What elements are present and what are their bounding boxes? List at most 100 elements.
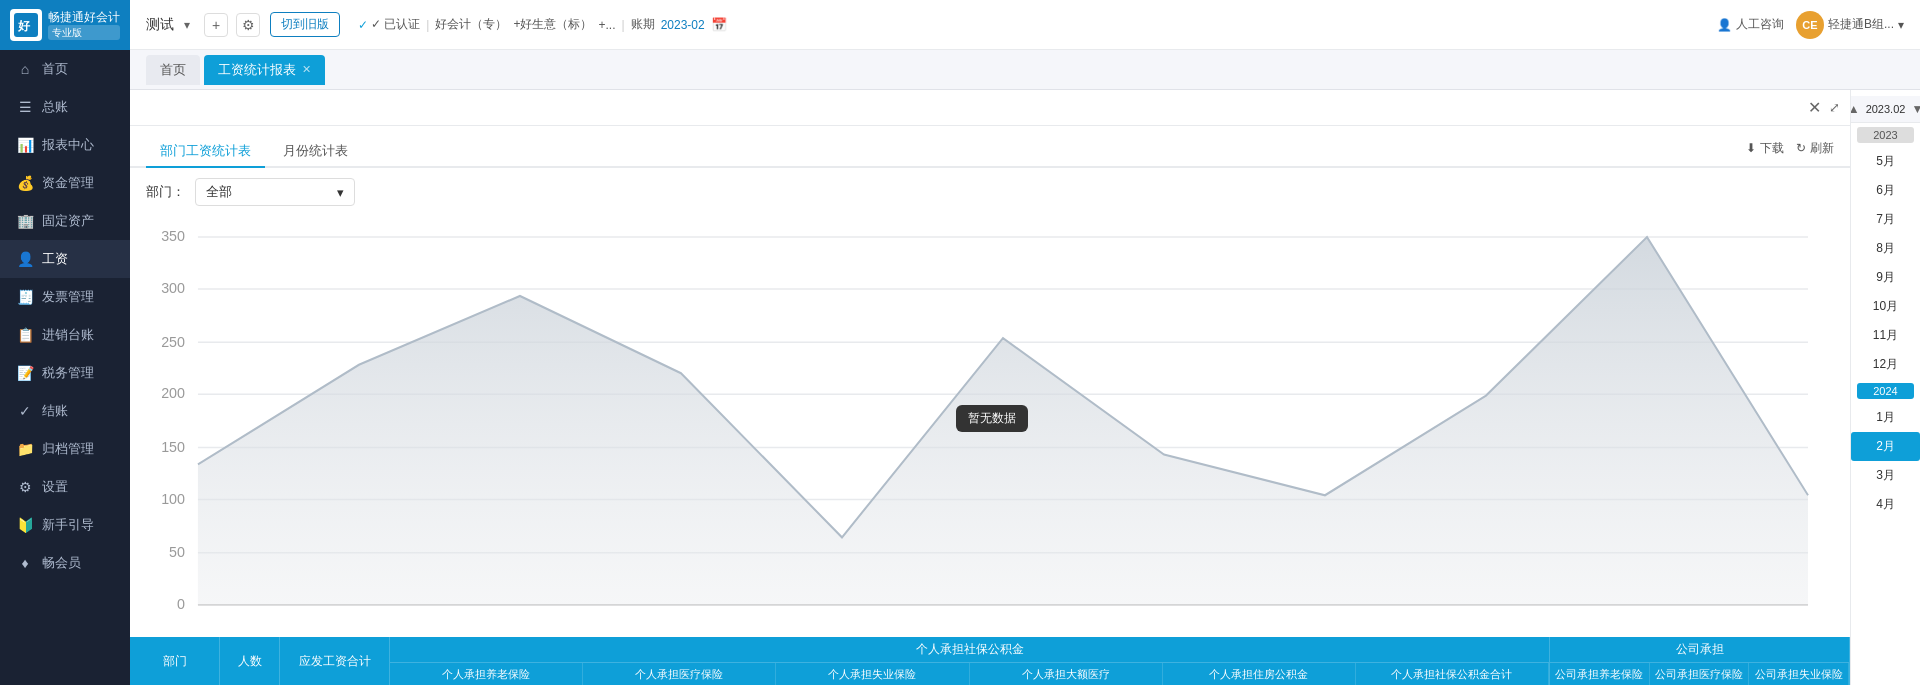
sidebar-item-settings[interactable]: ⚙ 设置 xyxy=(0,468,130,506)
month-10[interactable]: 10月 xyxy=(1851,292,1920,321)
th-company-medical: 公司承担医疗保险 xyxy=(1650,663,1750,685)
sidebar-item-salary[interactable]: 👤 工资 xyxy=(0,240,130,278)
salary-icon: 👤 xyxy=(16,251,34,267)
svg-text:250: 250 xyxy=(161,333,185,350)
sidebar: 好 畅捷通好会计 专业版 ⌂ 首页 ☰ 总账 📊 报表中心 💰 资金管理 🏢 固… xyxy=(0,0,130,685)
tab-home[interactable]: 首页 xyxy=(146,55,200,85)
subtab-monthly[interactable]: 月份统计表 xyxy=(269,136,362,168)
bottom-table: 部门 人数 应发工资合计 个人承担社保公积金 个人承担养老保险 个人承担医疗保险… xyxy=(130,637,1850,685)
sidebar-item-ledger[interactable]: ☰ 总账 xyxy=(0,88,130,126)
sidebar-item-archive[interactable]: 📁 归档管理 xyxy=(0,430,130,468)
sidebar-item-label: 税务管理 xyxy=(42,364,94,382)
svg-text:100: 100 xyxy=(161,490,185,507)
sidebar-logo: 好 畅捷通好会计 专业版 xyxy=(0,0,130,50)
download-btn[interactable]: ⬇ 下载 xyxy=(1746,140,1784,157)
th-dept: 部门 xyxy=(130,637,220,685)
certified-icon: ✓ xyxy=(358,18,368,32)
dept-label: 部门： xyxy=(146,183,185,201)
sidebar-item-assets[interactable]: 🏢 固定资产 xyxy=(0,202,130,240)
month-2024-4[interactable]: 4月 xyxy=(1851,490,1920,519)
sidebar-item-tax[interactable]: 📝 税务管理 xyxy=(0,354,130,392)
date-nav-up[interactable]: ▲ xyxy=(1850,102,1860,116)
sidebar-item-label: 归档管理 xyxy=(42,440,94,458)
checkout-icon: ✓ xyxy=(16,403,34,419)
chevron-down-icon: ▾ xyxy=(337,185,344,200)
year-2023-badge: 2023 xyxy=(1857,127,1914,143)
content-area: ✕ ⤢ 部门工资统计表 月份统计表 ⬇ 下载 ↻ xyxy=(130,90,1920,685)
date-year-label: 2023.02 xyxy=(1866,103,1906,115)
switch-version-btn[interactable]: 切到旧版 xyxy=(270,12,340,37)
svg-text:好: 好 xyxy=(17,19,31,33)
subtab-dept-label: 部门工资统计表 xyxy=(160,143,251,158)
sidebar-item-label: 畅会员 xyxy=(42,554,81,572)
tab-close-btn[interactable]: ✕ xyxy=(302,63,311,76)
sidebar-item-label: 资金管理 xyxy=(42,174,94,192)
personal-social-cells: 个人承担养老保险 个人承担医疗保险 个人承担失业保险 个人承担大额医疗 个人承担… xyxy=(390,663,1549,685)
sidebar-item-guide[interactable]: 🔰 新手引导 xyxy=(0,506,130,544)
sidebar-item-label: 固定资产 xyxy=(42,212,94,230)
topbar: 测试 ▾ + ⚙ 切到旧版 ✓ ✓ 已认证 | 好会计（专） +好生意（标） +… xyxy=(130,0,1920,50)
month-9[interactable]: 9月 xyxy=(1851,263,1920,292)
consultation-btn[interactable]: 👤 人工咨询 xyxy=(1717,16,1784,33)
user-menu[interactable]: CE 轻捷通B组... ▾ xyxy=(1796,11,1904,39)
type2-badge: +好生意（标） xyxy=(513,16,592,33)
personal-social-title: 个人承担社保公积金 xyxy=(390,637,1549,663)
subtab-monthly-label: 月份统计表 xyxy=(283,143,348,158)
sidebar-item-label: 总账 xyxy=(42,98,68,116)
month-2024-1[interactable]: 1月 xyxy=(1851,403,1920,432)
refresh-btn[interactable]: ↻ 刷新 xyxy=(1796,140,1834,157)
svg-text:200: 200 xyxy=(161,385,185,402)
topbar-actions: + ⚙ xyxy=(204,13,260,37)
dept-select[interactable]: 全部 ▾ xyxy=(195,178,355,206)
month-6[interactable]: 6月 xyxy=(1851,176,1920,205)
logo-icon: 好 xyxy=(10,9,42,41)
tabbar: 首页 工资统计报表 ✕ xyxy=(130,50,1920,90)
month-2024-2[interactable]: 2月 xyxy=(1851,432,1920,461)
sidebar-item-sales[interactable]: 📋 进销台账 xyxy=(0,316,130,354)
th-personal-social-group: 个人承担社保公积金 个人承担养老保险 个人承担医疗保险 个人承担失业保险 个人承… xyxy=(390,637,1550,685)
topbar-settings-btn[interactable]: ⚙ xyxy=(236,13,260,37)
sidebar-item-invoice[interactable]: 🧾 发票管理 xyxy=(0,278,130,316)
consultation-icon: 👤 xyxy=(1717,18,1732,32)
company-social-title: 公司承担 xyxy=(1550,637,1849,663)
month-8[interactable]: 8月 xyxy=(1851,234,1920,263)
month-11[interactable]: 11月 xyxy=(1851,321,1920,350)
refresh-icon: ↻ xyxy=(1796,141,1806,155)
sidebar-item-funds[interactable]: 💰 资金管理 xyxy=(0,164,130,202)
settings-icon: ⚙ xyxy=(16,479,34,495)
assets-icon: 🏢 xyxy=(16,213,34,229)
th-company-social-group: 公司承担 公司承担养老保险 公司承担医疗保险 公司承担失业保险 xyxy=(1550,637,1850,685)
month-5[interactable]: 5月 xyxy=(1851,147,1920,176)
year-2024-badge: 2024 xyxy=(1857,383,1914,399)
chart-svg: 350 300 250 200 150 100 50 0 xyxy=(146,216,1834,637)
sidebar-item-home[interactable]: ⌂ 首页 xyxy=(0,50,130,88)
calendar-icon[interactable]: 📅 xyxy=(711,17,727,32)
period-value: 2023-02 xyxy=(661,18,705,32)
tab-salary-report[interactable]: 工资统计报表 ✕ xyxy=(204,55,325,85)
toolbar: 部门： 全部 ▾ xyxy=(130,168,1850,216)
topbar-dropdown[interactable]: ▾ xyxy=(184,18,190,32)
logo-text: 畅捷通好会计 专业版 xyxy=(48,10,120,41)
invoice-icon: 🧾 xyxy=(16,289,34,305)
sidebar-item-checkout[interactable]: ✓ 结账 xyxy=(0,392,130,430)
th-personal-total: 个人承担社保公积金合计 xyxy=(1356,663,1549,685)
date-nav-down[interactable]: ▼ xyxy=(1911,102,1920,116)
sales-icon: 📋 xyxy=(16,327,34,343)
certified-badge: ✓ ✓ 已认证 xyxy=(358,16,420,33)
topbar-add-btn[interactable]: + xyxy=(204,13,228,37)
subtab-dept[interactable]: 部门工资统计表 xyxy=(146,136,265,168)
sidebar-item-reports[interactable]: 📊 报表中心 xyxy=(0,126,130,164)
th-headcount: 人数 xyxy=(220,637,280,685)
archive-icon: 📁 xyxy=(16,441,34,457)
month-12[interactable]: 12月 xyxy=(1851,350,1920,379)
dept-select-value: 全部 xyxy=(206,183,232,201)
chart-area: 350 300 250 200 150 100 50 0 xyxy=(130,216,1850,637)
month-2024-3[interactable]: 3月 xyxy=(1851,461,1920,490)
panel-close-btn[interactable]: ✕ xyxy=(1808,98,1821,117)
guide-icon: 🔰 xyxy=(16,517,34,533)
svg-text:150: 150 xyxy=(161,438,185,455)
panel-expand-btn[interactable]: ⤢ xyxy=(1829,100,1840,115)
month-7[interactable]: 7月 xyxy=(1851,205,1920,234)
sidebar-item-vip[interactable]: ♦ 畅会员 xyxy=(0,544,130,582)
right-date-panel: ▲ 2023.02 ▼ 2023 5月 6月 7月 8月 9月 10月 11月 … xyxy=(1850,90,1920,685)
